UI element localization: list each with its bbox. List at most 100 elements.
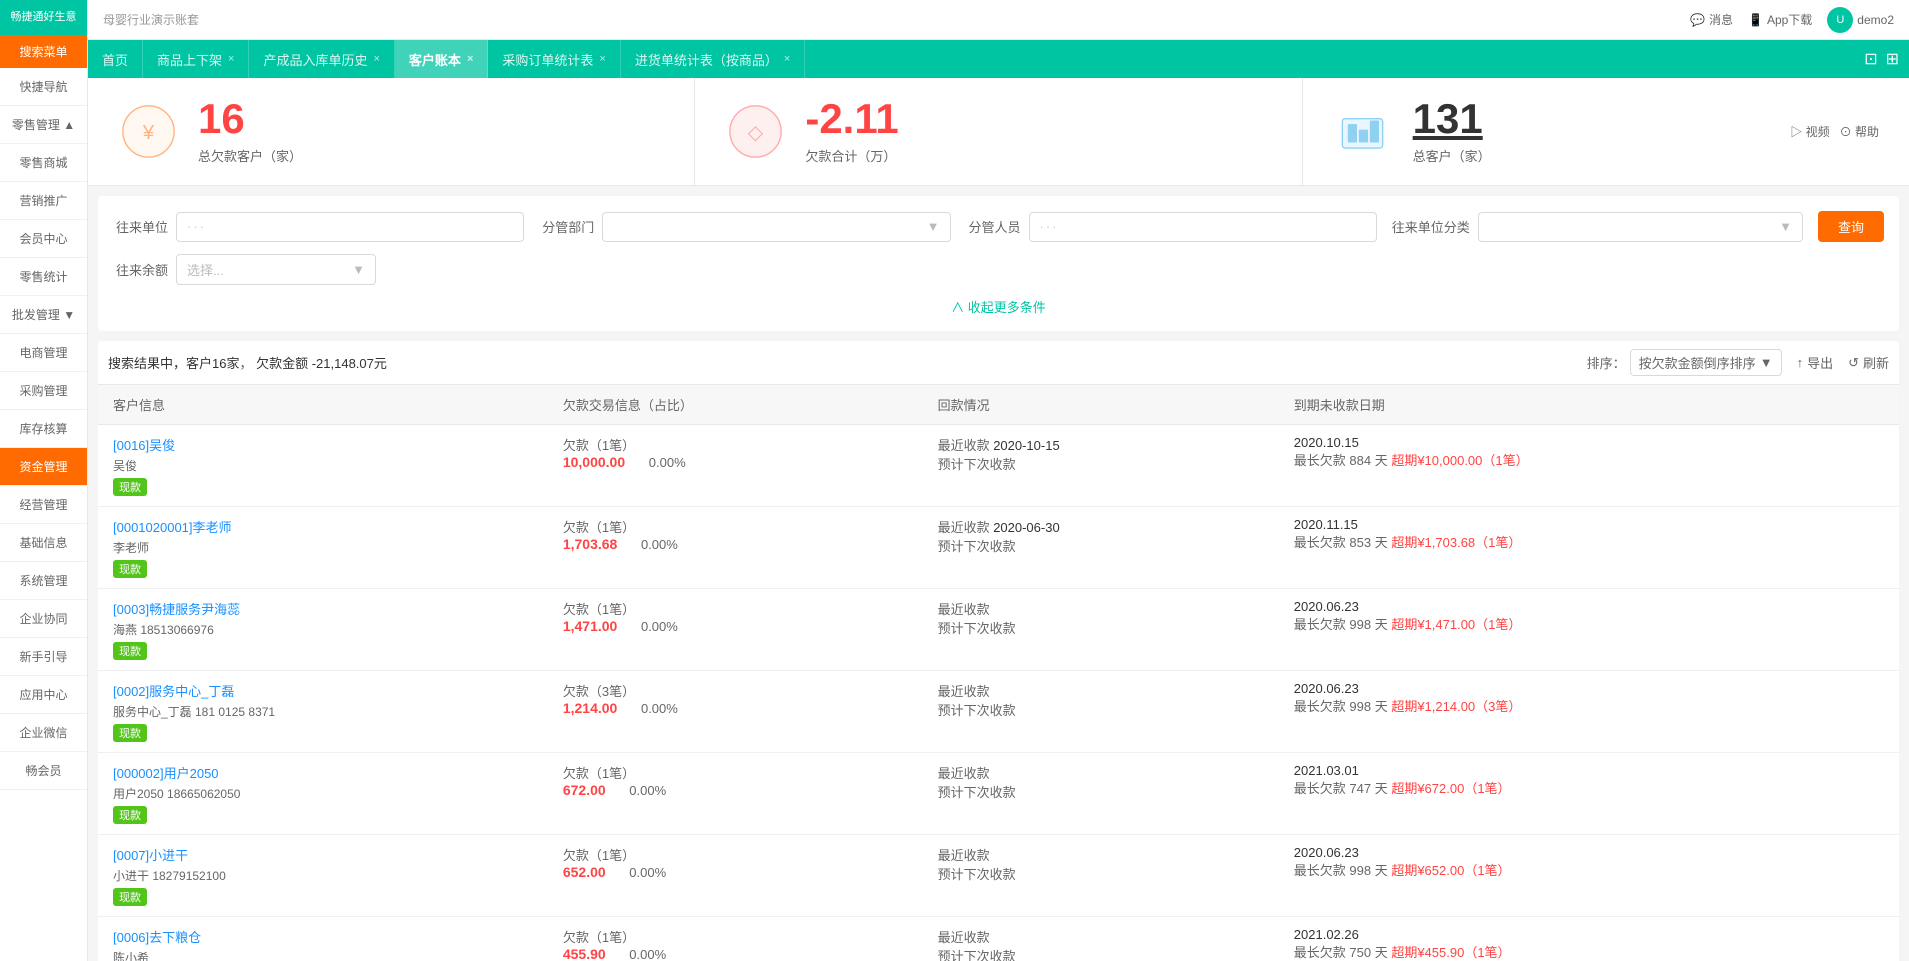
sidebar-item-retail-stats[interactable]: 零售统计 [0, 258, 87, 296]
debt-row-5: 652.00 0.00% [563, 864, 908, 880]
sidebar-item-operations[interactable]: 经营管理 [0, 486, 87, 524]
last-payment-4: 最近收款 [938, 763, 1264, 782]
overdue-customers-icon: ¥ [118, 102, 178, 162]
tab-home-label: 首页 [102, 50, 128, 69]
overdue-amount-1[interactable]: 超期¥1,703.68（1笔） [1391, 535, 1521, 550]
sidebar-item-capital[interactable]: 资金管理 [0, 448, 87, 486]
minimize-icon[interactable]: ⊡ [1864, 49, 1877, 69]
app-download-button[interactable]: 📱 App下载 [1748, 11, 1812, 28]
sidebar-item-system[interactable]: 系统管理 [0, 562, 87, 600]
tab-product-shelf-close[interactable]: × [228, 53, 234, 65]
department-arrow-icon: ▼ [927, 219, 940, 234]
last-payment-6: 最近收款 [938, 927, 1264, 946]
export-button[interactable]: ↑ 导出 [1797, 353, 1834, 372]
tab-stock-stats-close[interactable]: × [784, 53, 790, 65]
due-date-5: 2020.06.23 [1294, 845, 1884, 860]
cell-due-5: 2020.06.23 最长欠款 998 天 超期¥652.00（1笔） [1279, 835, 1899, 917]
help-button[interactable]: ⊙ 帮助 [1840, 123, 1879, 140]
overdue-amount-0[interactable]: 超期¥10,000.00（1笔） [1391, 453, 1528, 468]
customer-name-link-3[interactable]: [0002]服务中心_丁磊 [113, 684, 234, 699]
sidebar-item-member-center[interactable]: 会员中心 [0, 220, 87, 258]
tab-product-history[interactable]: 产成品入库单历史 × [249, 40, 394, 78]
overdue-amount-6[interactable]: 超期¥455.90（1笔） [1391, 945, 1510, 960]
sidebar-item-retail-mall[interactable]: 零售商城 [0, 144, 87, 182]
query-button[interactable]: 查询 [1818, 211, 1884, 242]
sort-dropdown[interactable]: 按欠款金额倒序排序 ▼ [1630, 349, 1782, 376]
sidebar-item-enterprise-wechat[interactable]: 企业微信 [0, 714, 87, 752]
sidebar-item-ecommerce[interactable]: 电商管理 [0, 334, 87, 372]
sidebar-item-purchase[interactable]: 采购管理 [0, 372, 87, 410]
sidebar-item-enterprise-coop[interactable]: 企业协同 [0, 600, 87, 638]
overdue-amount-2[interactable]: 超期¥1,471.00（1笔） [1391, 617, 1521, 632]
next-payment-5: 预计下次收款 [938, 864, 1264, 883]
sidebar-item-batch-mgmt[interactable]: 批发管理 ▼ [0, 296, 87, 334]
sidebar-item-inventory[interactable]: 库存核算 [0, 410, 87, 448]
col-debt-info: 欠款交易信息（占比） [548, 385, 923, 425]
customer-name-link-1[interactable]: [0001020001]李老师 [113, 520, 232, 535]
search-menu-item[interactable]: 搜索菜单 [0, 35, 87, 68]
overdue-customers-number: 16 [198, 98, 302, 140]
overdue-amount-3[interactable]: 超期¥1,214.00（3笔） [1391, 699, 1521, 714]
manager-input[interactable]: ··· [1029, 212, 1377, 242]
svg-text:¥: ¥ [141, 122, 154, 144]
collapse-label: ∧ 收起更多条件 [951, 300, 1046, 315]
sidebar-item-basic-info[interactable]: 基础信息 [0, 524, 87, 562]
tab-customer-account[interactable]: 客户账本 × [395, 40, 488, 78]
sidebar-item-new-guide[interactable]: 新手引导 [0, 638, 87, 676]
tab-purchase-order-close[interactable]: × [599, 53, 605, 65]
badge-4: 现款 [113, 806, 147, 824]
stat-card-total-customers: 131 总客户（家） ▷ 视频 ⊙ 帮助 [1303, 78, 1909, 185]
customer-name-link-6[interactable]: [0006]去下粮仓 [113, 930, 201, 945]
col-customer-info: 客户信息 [98, 385, 548, 425]
tab-stock-stats[interactable]: 进货单统计表（按商品） × [621, 40, 805, 78]
customer-name-link-0[interactable]: [0016]吴俊 [113, 438, 175, 453]
manager-dots: ··· [1040, 219, 1059, 234]
col-return-status: 回款情况 [923, 385, 1279, 425]
unit-category-input[interactable]: ▼ [1478, 212, 1803, 242]
stat-info-total-debt: -2.11 欠款合计（万） [805, 98, 898, 165]
badge-1: 现款 [113, 560, 147, 578]
tab-customer-account-close[interactable]: × [467, 53, 473, 65]
overdue-amount-4[interactable]: 超期¥672.00（1笔） [1391, 781, 1510, 796]
app-center-label: 应用中心 [19, 688, 67, 702]
debt-row-4: 672.00 0.00% [563, 782, 908, 798]
message-button[interactable]: 💬 消息 [1690, 11, 1733, 28]
sidebar-item-marketing[interactable]: 营销推广 [0, 182, 87, 220]
tab-product-shelf[interactable]: 商品上下架 × [143, 40, 249, 78]
balance-input[interactable]: 选择... ▼ [176, 254, 376, 285]
sidebar-item-app-center[interactable]: 应用中心 [0, 676, 87, 714]
cell-return-4: 最近收款 预计下次收款 [923, 753, 1279, 835]
tab-home[interactable]: 首页 [88, 40, 143, 78]
customer-sub-3: 服务中心_丁磊 181 0125 8371 [113, 703, 533, 720]
collapse-button[interactable]: ∧ 收起更多条件 [113, 297, 1884, 316]
cell-return-0: 最近收款 2020-10-15 预计下次收款 [923, 425, 1279, 507]
result-actions: 排序： 按欠款金额倒序排序 ▼ ↑ 导出 ↺ 刷新 [1587, 349, 1889, 376]
tab-product-history-close[interactable]: × [373, 53, 379, 65]
customer-name-link-4[interactable]: [000002]用户2050 [113, 766, 219, 781]
tab-purchase-order[interactable]: 采购订单统计表 × [488, 40, 620, 78]
cell-debt-4: 欠款（1笔） 672.00 0.00% [548, 753, 923, 835]
department-input[interactable]: ▼ [602, 212, 950, 242]
maximize-icon[interactable]: ⊞ [1886, 49, 1899, 69]
operations-label: 经营管理 [19, 498, 67, 512]
customer-name-link-5[interactable]: [0007]小进干 [113, 848, 188, 863]
debt-amount-2: 1,471.00 [563, 618, 618, 634]
sidebar-item-free-member[interactable]: 畅会员 [0, 752, 87, 790]
refresh-button[interactable]: ↺ 刷新 [1848, 353, 1889, 372]
user-avatar-area[interactable]: U demo2 [1827, 7, 1894, 33]
sidebar-item-quick-nav[interactable]: 快捷导航 [0, 68, 87, 106]
video-button[interactable]: ▷ 视频 [1790, 123, 1829, 140]
from-unit-input[interactable]: ··· [176, 212, 524, 242]
sidebar-item-retail-mgmt[interactable]: 零售管理 ▲ [0, 106, 87, 144]
cell-due-1: 2020.11.15 最长欠款 853 天 超期¥1,703.68（1笔） [1279, 507, 1899, 589]
enterprise-wechat-label: 企业微信 [19, 726, 67, 740]
overdue-days-1: 最长欠款 853 天 超期¥1,703.68（1笔） [1294, 532, 1884, 551]
stat-info-overdue-customers: 16 总欠款客户（家） [198, 98, 302, 165]
cell-customer-2: [0003]畅捷服务尹海蕊 海燕 18513066976 现款 [98, 589, 548, 671]
cell-customer-1: [0001020001]李老师 李老师 现款 [98, 507, 548, 589]
purchase-label: 采购管理 [19, 384, 67, 398]
customer-name-link-2[interactable]: [0003]畅捷服务尹海蕊 [113, 602, 240, 617]
overdue-amount-5[interactable]: 超期¥652.00（1笔） [1391, 863, 1510, 878]
username-label: demo2 [1857, 13, 1894, 27]
stats-section: ¥ 16 总欠款客户（家） ◇ -2.11 欠款合计（万） [88, 78, 1909, 186]
